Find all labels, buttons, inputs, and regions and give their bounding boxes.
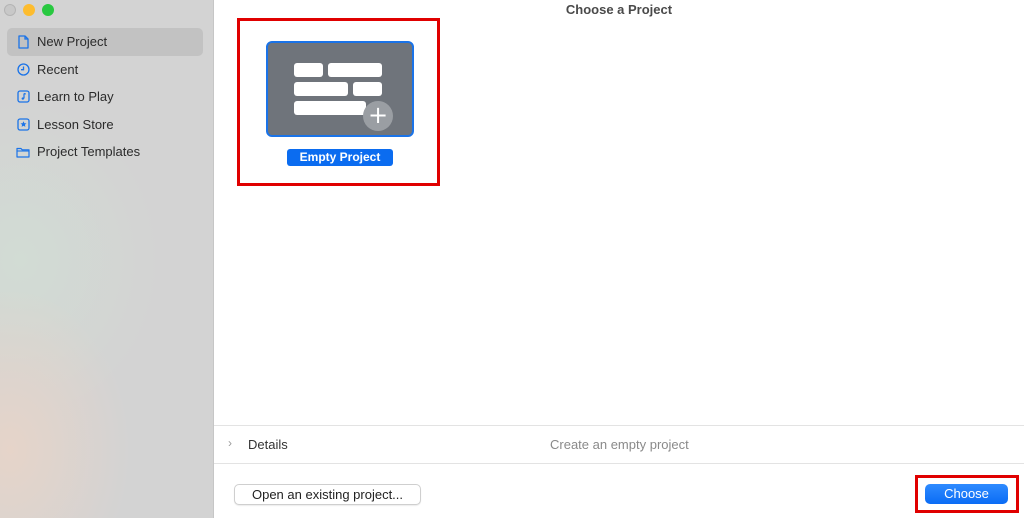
sidebar-item-lesson-store[interactable]: Lesson Store — [7, 111, 203, 139]
sidebar-item-label: Project Templates — [37, 144, 141, 160]
sidebar-item-learn-to-play[interactable]: Learn to Play — [7, 83, 203, 111]
star-icon — [16, 117, 30, 131]
sidebar-item-label: New Project — [37, 34, 108, 50]
divider — [214, 463, 1024, 464]
minimize-window-button[interactable] — [23, 4, 35, 16]
sidebar-item-new-project[interactable]: New Project — [7, 28, 203, 56]
chevron-right-icon[interactable]: › — [228, 436, 232, 450]
maximize-window-button[interactable] — [42, 4, 54, 16]
sidebar-item-recent[interactable]: Recent — [7, 56, 203, 84]
sidebar-item-project-templates[interactable]: Project Templates — [7, 138, 203, 166]
folder-icon — [16, 145, 30, 159]
details-row: › Details Create an empty project — [214, 426, 1024, 463]
empty-project-add-icon[interactable]: + — [266, 41, 414, 137]
choose-button[interactable]: Choose — [925, 484, 1008, 504]
main-panel: Choose a Project + Empty Project › Detai… — [214, 0, 1024, 518]
close-window-button[interactable] — [4, 4, 16, 16]
sidebar-nav: New Project Recent Learn to Play Lesson … — [7, 28, 203, 166]
open-existing-project-button[interactable]: Open an existing project... — [234, 484, 421, 505]
page-title: Choose a Project — [565, 2, 673, 17]
details-description: Create an empty project — [550, 437, 689, 452]
sidebar-item-label: Recent — [37, 61, 79, 77]
clock-icon — [16, 62, 30, 76]
window-controls — [4, 4, 54, 16]
plus-icon: + — [363, 101, 393, 131]
sidebar-item-label: Lesson Store — [37, 116, 114, 132]
sidebar-item-label: Learn to Play — [37, 89, 114, 105]
template-label: Empty Project — [287, 149, 393, 166]
document-icon — [16, 35, 30, 49]
details-toggle[interactable]: Details — [248, 437, 288, 452]
sidebar: New Project Recent Learn to Play Lesson … — [0, 0, 214, 518]
music-note-icon — [16, 90, 30, 104]
